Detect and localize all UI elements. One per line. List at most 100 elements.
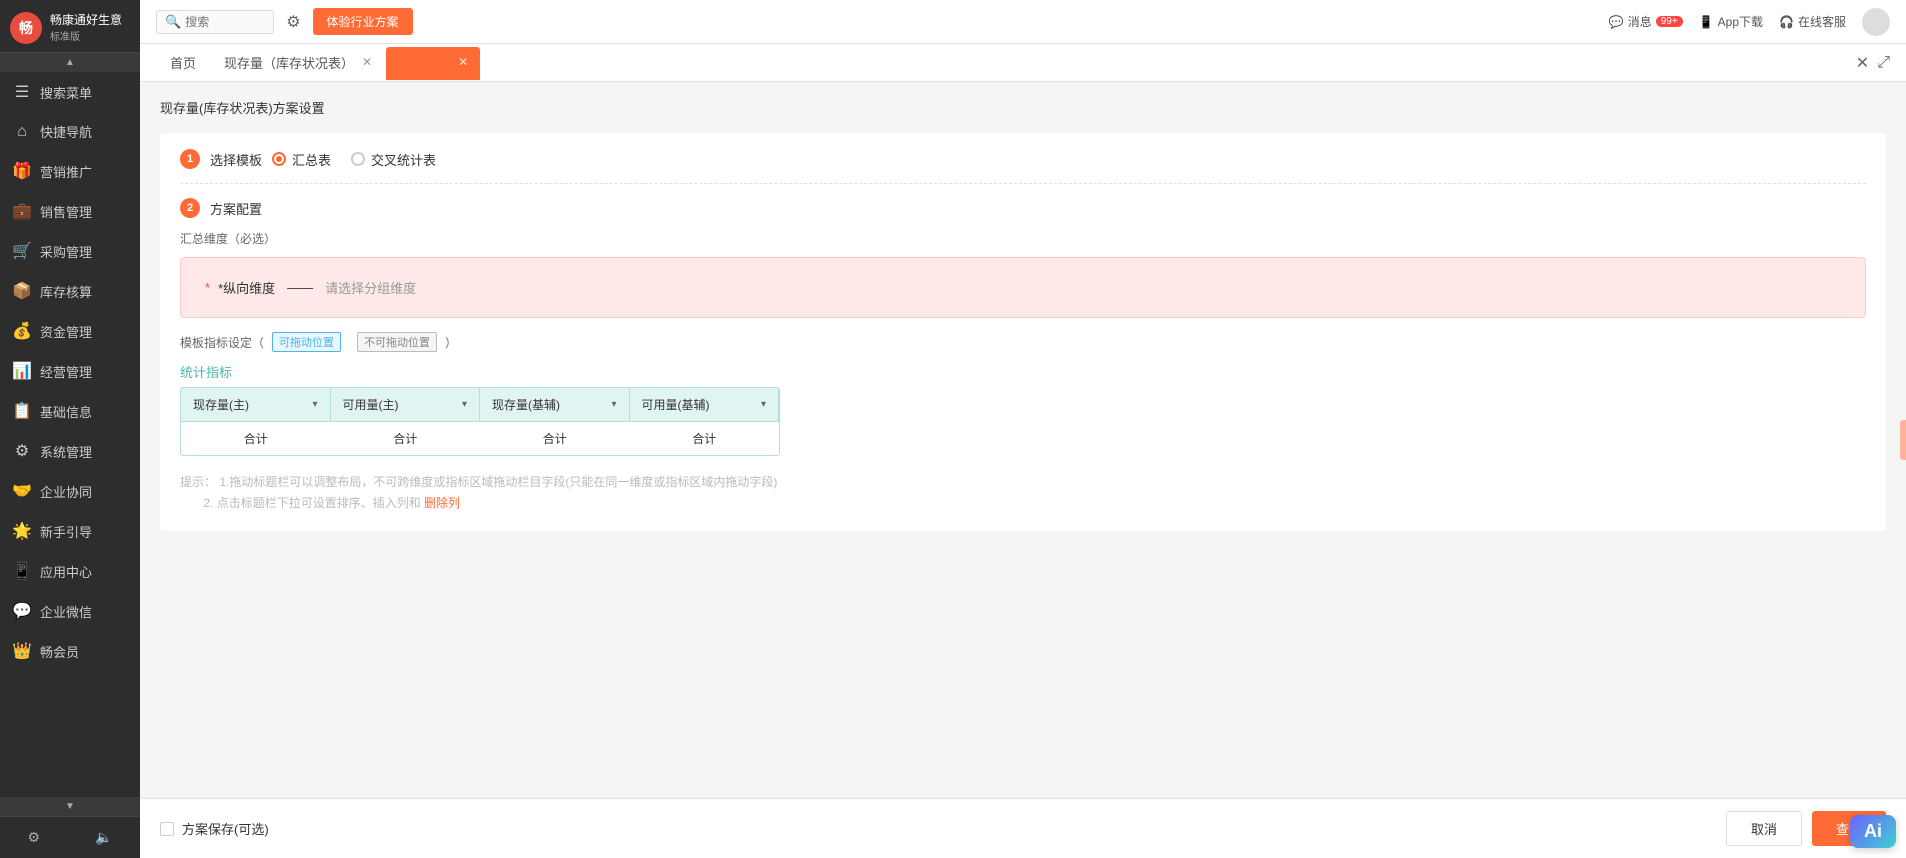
- logo-icon: 畅: [10, 12, 42, 44]
- tip2: 2. 点击标题栏下拉可设置排序、插入列和 删除列: [180, 494, 1866, 511]
- settings-gear-icon[interactable]: ⚙: [286, 12, 300, 32]
- sidebar-item-purchase[interactable]: 🛒 采购管理: [0, 231, 140, 271]
- sidebar: 畅 畅康通好生意 标准版 ▲ ☰ 搜索菜单 ⌂ 快捷导航 🎁 营销推广 💼 销售…: [0, 0, 140, 858]
- col4-chevron-icon: ▾: [761, 399, 766, 410]
- topbar-right: 💬 消息 99+ 📱 App下载 🎧 在线客服: [1609, 8, 1890, 36]
- tab-bar: 首页 现存量（库存状况表） ✕ 新建方案 ✕ ✕ ⤢: [140, 44, 1906, 82]
- stats-col-2-header[interactable]: 可用量(主) ▾: [331, 388, 481, 421]
- save-plan-checkbox[interactable]: [160, 822, 174, 836]
- sidebar-settings-btn[interactable]: ⚙: [20, 825, 49, 850]
- tip2-indent: [180, 496, 200, 510]
- sidebar-item-operation[interactable]: 📊 经营管理: [0, 351, 140, 391]
- stats-col-3: 现存量(基辅) ▾ 合计: [480, 388, 630, 455]
- sidebar-audio-btn[interactable]: 🔈: [87, 825, 120, 850]
- step2-badge: 2: [180, 198, 200, 218]
- col2-chevron-icon: ▾: [462, 399, 467, 410]
- search-box[interactable]: 🔍: [156, 10, 274, 34]
- logo-text: 畅康通好生意 标准版: [50, 13, 122, 44]
- sidebar-item-finance[interactable]: 💰 资金管理: [0, 311, 140, 351]
- tab-home[interactable]: 首页: [156, 45, 210, 82]
- ai-badge[interactable]: Ai: [1850, 815, 1896, 848]
- tab-inventory-status[interactable]: 现存量（库存状况表） ✕: [210, 45, 386, 82]
- dimension-area: * *纵向维度 —— 请选择分组维度: [180, 257, 1866, 318]
- stats-col-3-header[interactable]: 现存量(基辅) ▾: [480, 388, 630, 421]
- cancel-button[interactable]: 取消: [1726, 811, 1802, 846]
- sidebar-item-sales[interactable]: 💼 销售管理: [0, 191, 140, 231]
- stats-col-2-body: 合计: [331, 421, 481, 455]
- tab-new-plan[interactable]: 新建方案 ✕: [386, 47, 480, 80]
- purchase-icon: 🛒: [12, 241, 32, 261]
- operation-icon: 📊: [12, 361, 32, 381]
- search-input[interactable]: [185, 15, 265, 29]
- stats-col-3-body: 合计: [480, 421, 630, 455]
- sidebar-item-inventory[interactable]: 📦 库存核算: [0, 271, 140, 311]
- enterprise-icon: 🤝: [12, 481, 32, 501]
- user-avatar[interactable]: [1862, 8, 1890, 36]
- sidebar-item-quick-nav[interactable]: ⌂ 快捷导航: [0, 112, 140, 151]
- trial-button[interactable]: 体验行业方案: [313, 8, 413, 35]
- tab-new-plan-close-icon[interactable]: ✕: [458, 55, 468, 69]
- message-icon: 💬: [1609, 15, 1624, 29]
- customer-service-btn[interactable]: 🎧 在线客服: [1779, 13, 1846, 30]
- sidebar-bottom: ⚙ 🔈: [0, 816, 140, 858]
- vertical-dimension-label: *纵向维度: [218, 278, 275, 297]
- non-draggable-tag: 不可拖动位置: [357, 332, 437, 352]
- window-controls: ✕ ⤢: [1856, 53, 1890, 73]
- step2-header: 2 方案配置: [180, 198, 1866, 218]
- topbar: 🔍 ⚙ 体验行业方案 💬 消息 99+ 📱 App下载 🎧 在线客服: [140, 0, 1906, 44]
- close-window-icon[interactable]: ✕: [1856, 53, 1869, 73]
- newbie-icon: 🌟: [12, 521, 32, 541]
- sidebar-item-wechat[interactable]: 💬 企业微信: [0, 591, 140, 631]
- sidebar-item-basic-info[interactable]: 📋 基础信息: [0, 391, 140, 431]
- sidebar-item-marketing[interactable]: 🎁 营销推广: [0, 151, 140, 191]
- tab-inventory-close-icon[interactable]: ✕: [362, 55, 372, 69]
- basic-info-icon: 📋: [12, 401, 32, 421]
- app-download-btn[interactable]: 📱 App下载: [1699, 13, 1763, 30]
- stats-col-1: 现存量(主) ▾ 合计: [181, 388, 331, 455]
- required-marker: *: [205, 280, 210, 295]
- main-area: 🔍 ⚙ 体验行业方案 💬 消息 99+ 📱 App下载 🎧 在线客服: [140, 0, 1906, 858]
- stats-col-1-body: 合计: [181, 421, 331, 455]
- step2-label: 方案配置: [210, 199, 262, 218]
- col1-chevron-icon: ▾: [312, 399, 317, 410]
- indicator-settings-label: 模板指标设定（ 可拖动位置 不可拖动位置 ）: [180, 332, 1866, 352]
- sidebar-item-newbie[interactable]: 🌟 新手引导: [0, 511, 140, 551]
- phone-icon: 📱: [1699, 15, 1714, 29]
- stats-header: 统计指标: [180, 362, 1866, 381]
- resize-handle[interactable]: [1900, 420, 1906, 460]
- message-btn[interactable]: 💬 消息 99+: [1609, 13, 1683, 30]
- restore-window-icon[interactable]: ⤢: [1877, 54, 1890, 72]
- step1-header: 1 选择模板 汇总表 交叉统计表: [180, 149, 1866, 169]
- sidebar-item-system[interactable]: ⚙ 系统管理: [0, 431, 140, 471]
- step1-label: 选择模板: [210, 150, 262, 169]
- stats-col-4: 可用量(基辅) ▾ 合计: [630, 388, 780, 455]
- stats-col-4-header[interactable]: 可用量(基辅) ▾: [630, 388, 780, 421]
- indicator-settings: 模板指标设定（ 可拖动位置 不可拖动位置 ）: [180, 332, 1866, 352]
- quick-nav-icon: ⌂: [12, 123, 32, 141]
- sidebar-item-member[interactable]: 👑 畅会员: [0, 631, 140, 671]
- inventory-icon: 📦: [12, 281, 32, 301]
- stats-col-1-header[interactable]: 现存量(主) ▾: [181, 388, 331, 421]
- radio-cross-circle: [351, 152, 365, 166]
- template-radio-group: 汇总表 交叉统计表: [272, 150, 436, 169]
- search-icon: 🔍: [165, 14, 181, 30]
- save-plan-label: 方案保存(可选): [182, 819, 269, 838]
- radio-summary[interactable]: 汇总表: [272, 150, 331, 169]
- delete-column-link[interactable]: 删除列: [424, 496, 460, 510]
- sidebar-scroll-up[interactable]: ▲: [0, 53, 140, 72]
- dimension-dash: ——: [287, 280, 313, 295]
- search-menu-icon: ☰: [12, 82, 32, 102]
- tip1: 提示： 1.拖动标题栏可以调整布局，不可跨维度或指标区域拖动栏目字段(只能在同一…: [180, 473, 1866, 490]
- sidebar-scroll-down[interactable]: ▼: [0, 797, 140, 816]
- footer: 方案保存(可选) 取消 查询: [140, 798, 1906, 858]
- sidebar-logo: 畅 畅康通好生意 标准版: [0, 0, 140, 53]
- draggable-tag: 可拖动位置: [272, 332, 341, 352]
- page-title: 现存量(库存状况表)方案设置: [160, 98, 1886, 117]
- sidebar-item-search-menu[interactable]: ☰ 搜索菜单: [0, 72, 140, 112]
- radio-cross[interactable]: 交叉统计表: [351, 150, 436, 169]
- sidebar-item-enterprise[interactable]: 🤝 企业协同: [0, 471, 140, 511]
- wechat-icon: 💬: [12, 601, 32, 621]
- step1-badge: 1: [180, 149, 200, 169]
- sidebar-item-app-center[interactable]: 📱 应用中心: [0, 551, 140, 591]
- dimension-placeholder-text[interactable]: 请选择分组维度: [325, 278, 416, 297]
